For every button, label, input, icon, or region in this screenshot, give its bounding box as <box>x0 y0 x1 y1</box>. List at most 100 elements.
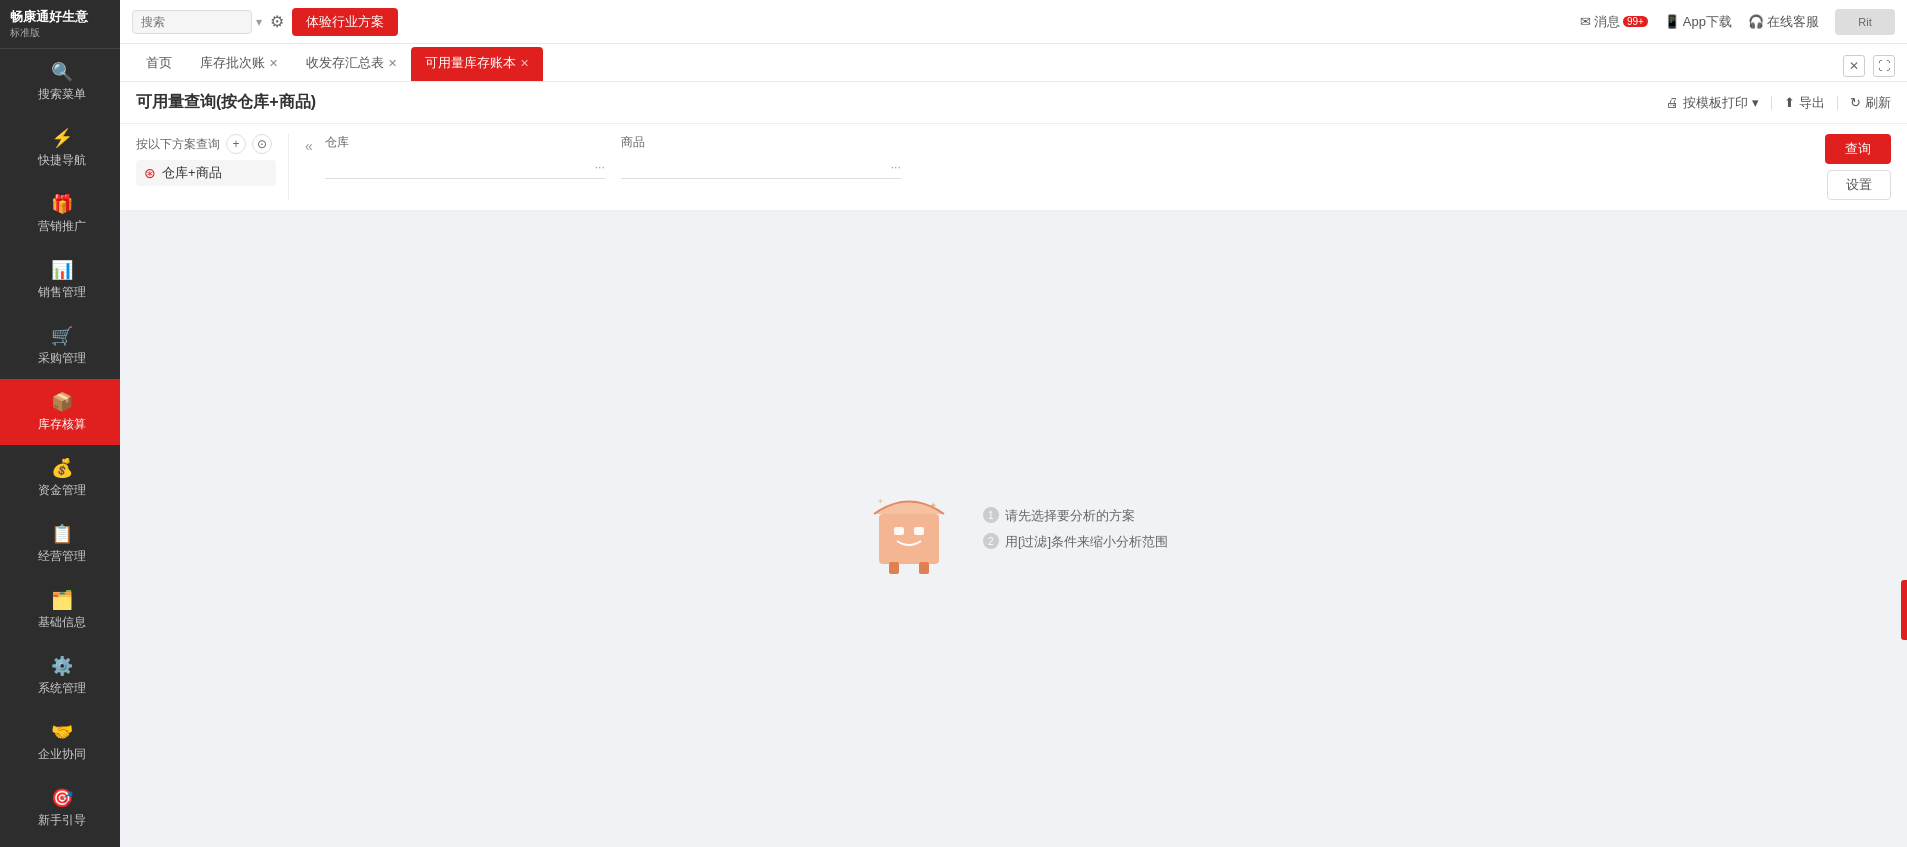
filter-scheme: 按以下方案查询 + ⊙ ⊛ 仓库+商品 <box>136 134 276 186</box>
gear-icon[interactable]: ⚙ <box>270 12 284 31</box>
scheme-item[interactable]: ⊛ 仓库+商品 <box>136 160 276 186</box>
close-icon[interactable]: ✕ <box>269 57 278 70</box>
refresh-icon: ↻ <box>1850 95 1861 110</box>
goods-input-group: ··· <box>621 155 901 179</box>
export-icon: ⬆ <box>1784 95 1795 110</box>
scheme-header-label: 按以下方案查询 <box>136 136 220 153</box>
page-content: 可用量查询(按仓库+商品) 🖨 按模板打印 ▾ ⬆ 导出 ↻ 刷新 <box>120 82 1907 847</box>
print-label: 按模板打印 <box>1683 94 1748 112</box>
online-service-action[interactable]: 🎧 在线客服 <box>1748 13 1819 31</box>
tip-text-2: 用[过滤]条件来缩小分析范围 <box>1005 533 1168 551</box>
scheme-icon: ⊛ <box>144 165 156 181</box>
app-download-label: App下载 <box>1683 13 1732 31</box>
expand-window-button[interactable]: ⛶ <box>1873 55 1895 77</box>
sidebar: 畅康通好生意 标准版 🔍 搜索菜单 ⚡ 快捷导航 🎁 营销推广 📊 销售管理 🛒… <box>0 0 120 847</box>
close-icon[interactable]: ✕ <box>520 57 529 70</box>
sidebar-item-shortcut[interactable]: ⚡ 快捷导航 <box>0 115 120 181</box>
sidebar-item-system[interactable]: ⚙️ 系统管理 <box>0 643 120 709</box>
sidebar-item-enterprise[interactable]: 🤝 企业协同 <box>0 709 120 775</box>
brand-name: 畅康通好生意 <box>10 8 110 26</box>
chevron-down-icon: ▾ <box>1752 95 1759 110</box>
sidebar-item-purchase[interactable]: 🛒 采购管理 <box>0 313 120 379</box>
sidebar-item-label: 销售管理 <box>38 284 86 301</box>
sidebar-item-appstore[interactable]: 🏪 应用中心 <box>0 841 120 847</box>
warehouse-input[interactable] <box>325 159 591 174</box>
svg-rect-0 <box>879 514 939 564</box>
filter-area: 按以下方案查询 + ⊙ ⊛ 仓库+商品 « 仓库 ··· <box>120 124 1907 211</box>
tab-label: 可用量库存账本 <box>425 54 516 72</box>
print-button[interactable]: 🖨 按模板打印 ▾ <box>1666 94 1759 112</box>
export-button[interactable]: ⬆ 导出 <box>1784 94 1825 112</box>
tip-number-1: 1 <box>983 507 999 523</box>
tip-text-1: 请先选择要分析的方案 <box>1005 507 1135 525</box>
filter-scheme-header: 按以下方案查询 + ⊙ <box>136 134 276 154</box>
enterprise-icon: 🤝 <box>51 721 73 743</box>
warehouse-input-group: ··· <box>325 155 605 179</box>
collapse-button[interactable]: « <box>301 134 317 158</box>
sidebar-item-label: 快捷导航 <box>38 152 86 169</box>
filter-fields: 仓库 ··· 商品 ··· <box>325 134 1817 179</box>
avatar[interactable]: Rit <box>1835 9 1895 35</box>
sidebar-item-label: 企业协同 <box>38 746 86 763</box>
empty-tip-1: 1 请先选择要分析的方案 <box>983 507 1168 525</box>
gift-icon: 🎁 <box>51 193 73 215</box>
search-group: ▾ <box>132 10 262 34</box>
page-title: 可用量查询(按仓库+商品) <box>136 92 316 113</box>
sidebar-item-label: 库存核算 <box>38 416 86 433</box>
trial-button[interactable]: 体验行业方案 <box>292 8 398 36</box>
chevron-down-icon[interactable]: ▾ <box>256 15 262 29</box>
sidebar-item-basic[interactable]: 🗂️ 基础信息 <box>0 577 120 643</box>
sidebar-item-search[interactable]: 🔍 搜索菜单 <box>0 49 120 115</box>
edit-scheme-button[interactable]: ⊙ <box>252 134 272 154</box>
svg-rect-1 <box>894 527 904 535</box>
divider <box>1771 96 1772 110</box>
goods-more-icon[interactable]: ··· <box>891 160 901 174</box>
tab-home[interactable]: 首页 <box>132 47 186 81</box>
tab-label: 库存批次账 <box>200 54 265 72</box>
sales-icon: 📊 <box>51 259 73 281</box>
divider <box>1837 96 1838 110</box>
search-input[interactable] <box>132 10 252 34</box>
sidebar-item-guide[interactable]: 🎯 新手引导 <box>0 775 120 841</box>
message-badge: 99+ <box>1623 16 1648 27</box>
sidebar-item-label: 资金管理 <box>38 482 86 499</box>
query-button[interactable]: 查询 <box>1825 134 1891 164</box>
empty-svg: ✦ ✦ <box>859 479 959 579</box>
sidebar-item-inventory[interactable]: 📦 库存核算 <box>0 379 120 445</box>
basic-icon: 🗂️ <box>51 589 73 611</box>
warehouse-more-icon[interactable]: ··· <box>595 160 605 174</box>
online-service-label: 在线客服 <box>1767 13 1819 31</box>
message-action[interactable]: ✉ 消息 99+ <box>1580 13 1648 31</box>
sidebar-item-sales[interactable]: 📊 销售管理 <box>0 247 120 313</box>
print-icon: 🖨 <box>1666 95 1679 110</box>
goods-label: 商品 <box>621 134 901 151</box>
scheme-item-label: 仓库+商品 <box>162 164 222 182</box>
headset-icon: 🎧 <box>1748 14 1764 29</box>
goods-filter: 商品 ··· <box>621 134 901 179</box>
close-window-button[interactable]: ✕ <box>1843 55 1865 77</box>
sidebar-item-label: 基础信息 <box>38 614 86 631</box>
app-download-action[interactable]: 📱 App下载 <box>1664 13 1732 31</box>
add-scheme-button[interactable]: + <box>226 134 246 154</box>
page-header: 可用量查询(按仓库+商品) 🖨 按模板打印 ▾ ⬆ 导出 ↻ 刷新 <box>120 82 1907 124</box>
sidebar-item-marketing[interactable]: 🎁 营销推广 <box>0 181 120 247</box>
goods-input[interactable] <box>621 159 887 174</box>
sidebar-item-label: 经营管理 <box>38 548 86 565</box>
sidebar-item-label: 营销推广 <box>38 218 86 235</box>
window-controls: ✕ ⛶ <box>1843 55 1895 81</box>
sidebar-item-management[interactable]: 📋 经营管理 <box>0 511 120 577</box>
tab-inventory-batch[interactable]: 库存批次账 ✕ <box>186 47 292 81</box>
settings-button[interactable]: 设置 <box>1827 170 1891 200</box>
tab-label: 首页 <box>146 54 172 72</box>
close-icon[interactable]: ✕ <box>388 57 397 70</box>
finance-icon: 💰 <box>51 457 73 479</box>
export-label: 导出 <box>1799 94 1825 112</box>
tab-bar: 首页 库存批次账 ✕ 收发存汇总表 ✕ 可用量库存账本 ✕ ✕ ⛶ <box>120 44 1907 82</box>
topbar-actions: ✉ 消息 99+ 📱 App下载 🎧 在线客服 Rit <box>1580 9 1895 35</box>
tab-summary[interactable]: 收发存汇总表 ✕ <box>292 47 411 81</box>
message-icon: ✉ <box>1580 14 1591 29</box>
main-area: ▾ ⚙ 体验行业方案 ✉ 消息 99+ 📱 App下载 🎧 在线客服 Rit <box>120 0 1907 847</box>
sidebar-item-finance[interactable]: 💰 资金管理 <box>0 445 120 511</box>
refresh-button[interactable]: ↻ 刷新 <box>1850 94 1891 112</box>
tab-available-inventory[interactable]: 可用量库存账本 ✕ <box>411 47 543 81</box>
